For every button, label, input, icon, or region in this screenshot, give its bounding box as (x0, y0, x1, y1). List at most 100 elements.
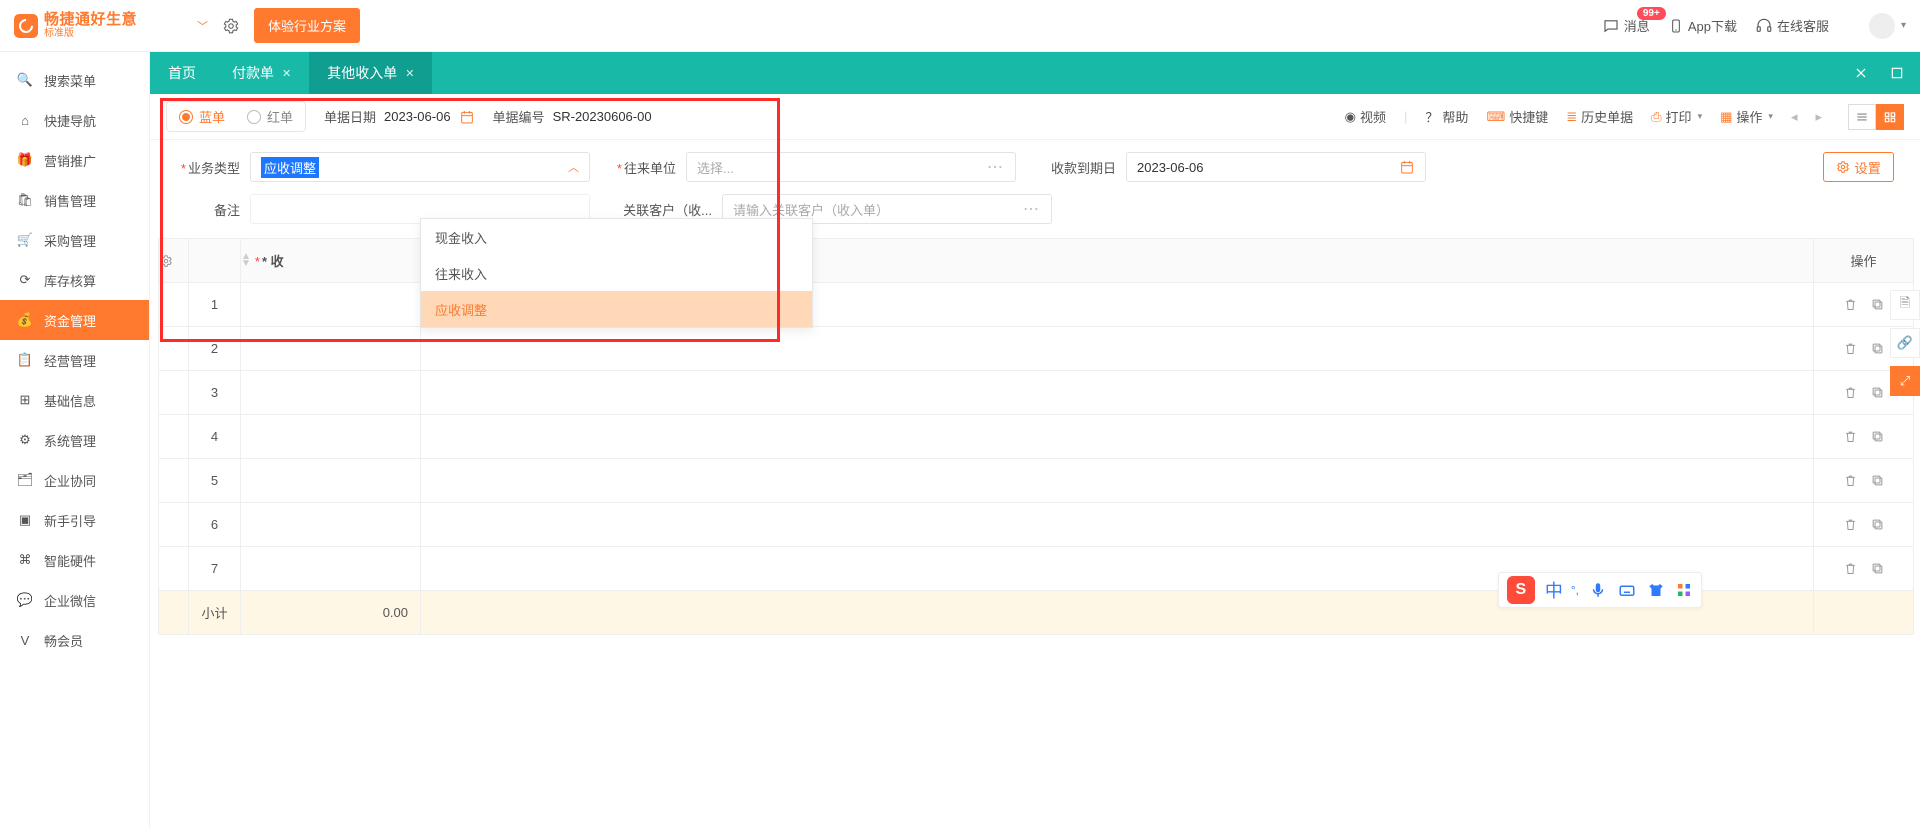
close-all-tabs-button[interactable] (1848, 60, 1874, 86)
row-delete-button[interactable] (1843, 341, 1858, 356)
history-icon: ≣ (1566, 109, 1577, 125)
row-copy-button[interactable] (1870, 385, 1885, 400)
expand-tabs-button[interactable] (1884, 60, 1910, 86)
sidebar-item-hardware[interactable]: ⌘智能硬件 (0, 540, 149, 580)
settings-gear-icon[interactable] (222, 17, 240, 35)
video-button[interactable]: ◉视频 (1345, 107, 1386, 126)
dropdown-option[interactable]: 应收调整 (421, 291, 812, 327)
table-row[interactable]: 3 (159, 371, 1914, 415)
red-bill-radio[interactable] (247, 110, 261, 124)
grid-settings-header[interactable] (159, 239, 189, 283)
app-download-button[interactable]: App下载 (1668, 16, 1737, 35)
operation-button[interactable]: ▦操作▾ (1720, 107, 1773, 126)
sidebar-item-basicinfo[interactable]: ⊞基础信息 (0, 380, 149, 420)
sidebar-item-search-menu[interactable]: 🔍搜索菜单 (0, 60, 149, 100)
row-copy-button[interactable] (1870, 429, 1885, 444)
sidebar-item-wecom[interactable]: 💬企业微信 (0, 580, 149, 620)
grip-icon: ▦ (1720, 109, 1732, 125)
print-button[interactable]: ⎙打印▾ (1651, 107, 1702, 126)
due-date-input[interactable]: 2023-06-06 (1126, 152, 1426, 182)
sidebar-item-label: 系统管理 (44, 431, 96, 450)
sidebar-item-label: 库存核算 (44, 271, 96, 290)
sidebar-item-operations[interactable]: 📋经营管理 (0, 340, 149, 380)
calendar-icon[interactable] (459, 109, 475, 125)
row-delete-button[interactable] (1843, 429, 1858, 444)
bill-date-value[interactable]: 2023-06-06 (384, 109, 451, 124)
row-copy-button[interactable] (1870, 561, 1885, 576)
main-area: 首页付款单✕其他收入单✕ 蓝单 红单 单据日期 2023- (150, 52, 1920, 828)
bill-code-value[interactable]: SR-20230606-00 (553, 109, 652, 124)
dropdown-option[interactable]: 现金收入 (421, 219, 812, 255)
messages-button[interactable]: 消息 99+ (1602, 16, 1650, 35)
tab-label: 其他收入单 (327, 63, 397, 83)
business-type-select[interactable]: 应收调整 ︿ (250, 152, 590, 182)
row-copy-button[interactable] (1870, 341, 1885, 356)
promo-button[interactable]: 体验行业方案 (254, 8, 360, 43)
row-copy-button[interactable] (1870, 297, 1885, 312)
dropdown-option[interactable]: 往来收入 (421, 255, 812, 291)
red-bill-label: 红单 (267, 107, 293, 126)
rail-expand-button[interactable]: ⤢ (1890, 366, 1920, 396)
sidebar-item-quick-nav[interactable]: ⌂快捷导航 (0, 100, 149, 140)
rail-note-button[interactable]: 🗎 (1890, 290, 1920, 320)
row-delete-button[interactable] (1843, 473, 1858, 488)
rail-attach-button[interactable]: 🔗 (1890, 328, 1920, 358)
tab-付款单[interactable]: 付款单 ✕ (214, 52, 309, 94)
phone-icon (1668, 18, 1684, 34)
row-delete-button[interactable] (1843, 561, 1858, 576)
table-row[interactable]: 2 (159, 327, 1914, 371)
sidebar-item-funds[interactable]: 💰资金管理 (0, 300, 149, 340)
sidebar-item-system[interactable]: ⚙系统管理 (0, 420, 149, 460)
row-number: 5 (189, 459, 241, 503)
tenant-selector[interactable]: ﹀ (191, 18, 208, 34)
remark-label: 备注 (176, 200, 240, 219)
row-delete-button[interactable] (1843, 517, 1858, 532)
sidebar-item-inventory[interactable]: ⟳库存核算 (0, 260, 149, 300)
sidebar-item-label: 基础信息 (44, 391, 96, 410)
table-row[interactable]: 6 (159, 503, 1914, 547)
row-delete-button[interactable] (1843, 385, 1858, 400)
table-row[interactable]: 4 (159, 415, 1914, 459)
counterparty-label: 往来单位 (624, 161, 676, 176)
sidebar-item-label: 新手引导 (44, 511, 96, 530)
sidebar-item-marketing[interactable]: 🎁营销推广 (0, 140, 149, 180)
history-button[interactable]: ≣历史单据 (1566, 107, 1633, 126)
microphone-icon[interactable] (1589, 581, 1607, 599)
blue-bill-radio[interactable] (179, 110, 193, 124)
play-icon: ◉ (1345, 109, 1356, 125)
list-view-button[interactable] (1848, 104, 1876, 130)
row-copy-button[interactable] (1870, 517, 1885, 532)
tab-label: 付款单 (232, 63, 274, 83)
tshirt-icon[interactable] (1647, 581, 1665, 599)
tab-close-icon[interactable]: ✕ (282, 67, 291, 80)
next-record-button[interactable]: ▸ (1815, 109, 1822, 125)
bill-date-label: 单据日期 (324, 107, 376, 126)
tab-首页[interactable]: 首页 (150, 52, 214, 94)
sort-icon[interactable]: ▲▼ (241, 253, 251, 267)
rownum-header (189, 239, 241, 283)
help-button[interactable]: ？帮助 (1425, 107, 1468, 126)
user-menu[interactable]: ▾ (1869, 13, 1906, 39)
shortcut-button[interactable]: ⌨快捷键 (1486, 107, 1548, 126)
form-settings-button[interactable]: 设置 (1823, 152, 1894, 182)
ime-toolbar[interactable]: S 中 °, (1498, 572, 1702, 608)
counterparty-select[interactable]: 选择... ⋯ (686, 152, 1016, 182)
sidebar-icon: ⌘ (16, 551, 34, 569)
table-row[interactable]: 5 (159, 459, 1914, 503)
prev-record-button[interactable]: ◂ (1791, 109, 1798, 125)
sidebar-item-purchase[interactable]: 🛒采购管理 (0, 220, 149, 260)
sidebar-item-onboard[interactable]: ▣新手引导 (0, 500, 149, 540)
tab-其他收入单[interactable]: 其他收入单 ✕ (309, 52, 432, 94)
card-view-button[interactable] (1876, 104, 1904, 130)
row-copy-button[interactable] (1870, 473, 1885, 488)
sidebar-item-collab[interactable]: 🗂企业协同 (0, 460, 149, 500)
keyboard-icon[interactable] (1617, 581, 1637, 599)
sidebar-item-sales[interactable]: 🛍销售管理 (0, 180, 149, 220)
row-delete-button[interactable] (1843, 297, 1858, 312)
grid-icon[interactable] (1675, 581, 1693, 599)
ime-lang-label: 中 °, (1545, 577, 1579, 603)
tab-close-icon[interactable]: ✕ (405, 67, 414, 80)
online-support-button[interactable]: 在线客服 (1755, 16, 1829, 35)
sidebar-item-members[interactable]: V畅会员 (0, 620, 149, 660)
online-support-label: 在线客服 (1777, 16, 1829, 35)
